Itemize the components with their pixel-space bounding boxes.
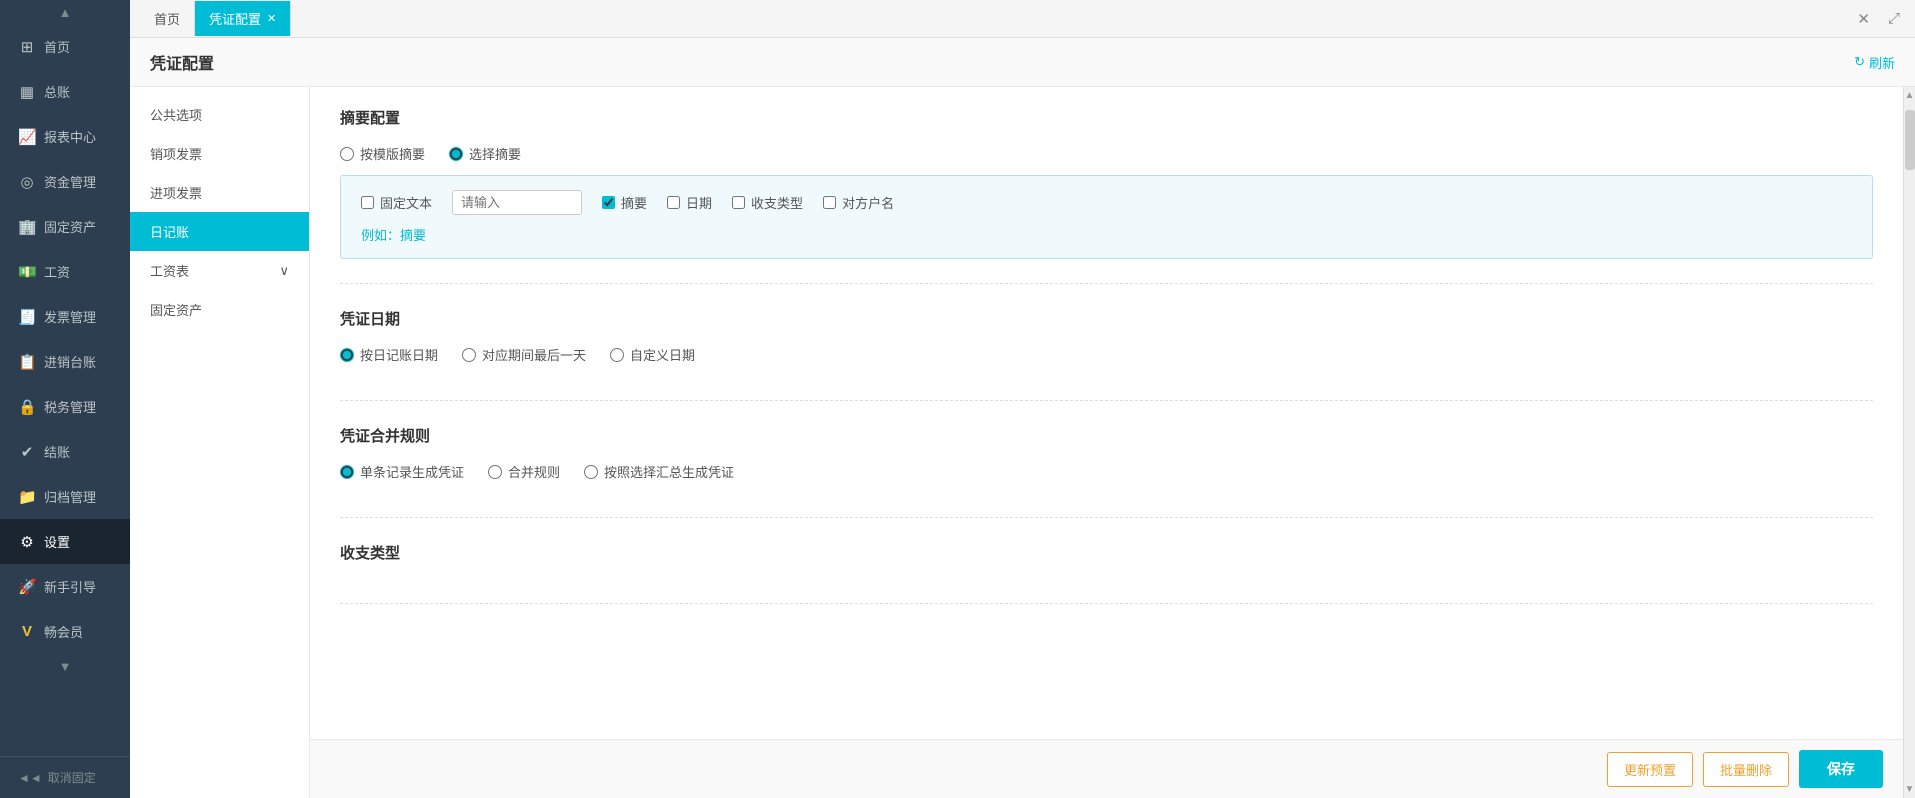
collection-title: 收支类型: [340, 542, 1873, 563]
sidebar-item-close[interactable]: ✔ 结账: [0, 429, 130, 474]
maximize-button[interactable]: ⤢: [1883, 8, 1905, 30]
sidebar-item-tax[interactable]: 🔒 税务管理: [0, 384, 130, 429]
fixed-text-input[interactable]: [452, 190, 582, 215]
page-header: 凭证配置 ↻ 刷新: [130, 38, 1915, 87]
nav-sales-invoice[interactable]: 销项发票: [130, 134, 309, 173]
radio-single-record[interactable]: 单条记录生成凭证: [340, 462, 464, 481]
settings-icon: ⚙: [18, 533, 36, 551]
sidebar-item-settings[interactable]: ⚙ 设置: [0, 519, 130, 564]
scroll-thumb[interactable]: [1905, 110, 1915, 170]
example-text: 例如：摘要: [361, 225, 1852, 244]
radio-last-day[interactable]: 对应期间最后一天: [462, 345, 586, 364]
collection-section: 收支类型: [340, 542, 1873, 604]
sidebar-item-assets[interactable]: 🏢 固定资产: [0, 204, 130, 249]
close-account-icon: ✔: [18, 443, 36, 461]
date-radio-group: 按日记账日期 对应期间最后一天 自定义日期: [340, 345, 1873, 364]
sidebar-item-archive[interactable]: 📁 归档管理: [0, 474, 130, 519]
nav-public[interactable]: 公共选项: [130, 95, 309, 134]
sidebar-item-home[interactable]: ⊞ 首页: [0, 24, 130, 69]
right-content: 摘要配置 按模版摘要 选择摘要: [310, 87, 1903, 739]
reports-icon: 📈: [18, 128, 36, 146]
date-section: 凭证日期 按日记账日期 对应期间最后一天 自定义日期: [340, 308, 1873, 401]
radio-select-summary[interactable]: 选择摘要: [449, 144, 521, 163]
summary-section: 摘要配置 按模版摘要 选择摘要: [340, 107, 1873, 284]
sidebar-item-purchase[interactable]: 📋 进销台账: [0, 339, 130, 384]
nav-purchase-invoice[interactable]: 进项发票: [130, 173, 309, 212]
sidebar-scroll-up[interactable]: ▲: [0, 0, 130, 24]
summary-checkboxes: 固定文本 摘要 日期: [361, 190, 1852, 215]
archive-icon: 📁: [18, 488, 36, 506]
funds-icon: ◎: [18, 173, 36, 191]
home-icon: ⊞: [18, 38, 36, 56]
radio-journal-date[interactable]: 按日记账日期: [340, 345, 438, 364]
content-area: 公共选项 销项发票 进项发票 日记账 工资表 ∨ 固定资产: [130, 87, 1915, 798]
sidebar-scroll-down[interactable]: ▼: [0, 654, 130, 678]
date-title: 凭证日期: [340, 308, 1873, 329]
summary-radio-group: 按模版摘要 选择摘要: [340, 144, 1873, 163]
sidebar-item-funds[interactable]: ◎ 资金管理: [0, 159, 130, 204]
sidebar-item-ledger[interactable]: ▦ 总账: [0, 69, 130, 114]
nav-fixed-assets[interactable]: 固定资产: [130, 290, 309, 329]
guide-icon: 🚀: [18, 578, 36, 596]
tabbar: 首页 凭证配置 ✕ ✕ ⤢: [130, 0, 1915, 38]
update-preset-button[interactable]: 更新预置: [1607, 752, 1693, 787]
sidebar-item-reports[interactable]: 📈 报表中心: [0, 114, 130, 159]
merge-radio-group: 单条记录生成凭证 合并规则 按照选择汇总生成凭证: [340, 462, 1873, 481]
assets-icon: 🏢: [18, 218, 36, 236]
refresh-button[interactable]: ↻ 刷新: [1854, 53, 1895, 72]
sidebar-item-guide[interactable]: 🚀 新手引导: [0, 564, 130, 609]
checkbox-counterpart-name[interactable]: 对方户名: [823, 193, 894, 212]
pin-icon: ◄◄: [18, 771, 42, 785]
save-button[interactable]: 保存: [1799, 750, 1883, 788]
radio-summary-generate[interactable]: 按照选择汇总生成凭证: [584, 462, 734, 481]
main-area: 首页 凭证配置 ✕ ✕ ⤢ 凭证配置 ↻ 刷新 公共选项 销项发票 进: [130, 0, 1915, 798]
refresh-icon: ↻: [1854, 54, 1865, 70]
sidebar-item-salary[interactable]: 💵 工资: [0, 249, 130, 294]
page-title: 凭证配置: [150, 50, 214, 74]
sidebar: ▲ ⊞ 首页 ▦ 总账 📈 报表中心 ◎ 资金管理 🏢 固定资产 💵 工资 🧾 …: [0, 0, 130, 798]
ledger-icon: ▦: [18, 83, 36, 101]
outer-scrollbar: ▲ ▼: [1903, 87, 1915, 798]
merge-title: 凭证合并规则: [340, 425, 1873, 446]
purchase-icon: 📋: [18, 353, 36, 371]
unfix-button[interactable]: ◄◄ 取消固定: [0, 756, 130, 798]
tab-close-icon[interactable]: ✕: [267, 12, 276, 25]
batch-delete-button[interactable]: 批量删除: [1703, 752, 1789, 787]
nav-journal[interactable]: 日记账: [130, 212, 309, 251]
checkbox-income-type[interactable]: 收支类型: [732, 193, 803, 212]
invoice-icon: 🧾: [18, 308, 36, 326]
bottom-bar: 更新预置 批量删除 保存: [310, 739, 1903, 798]
checkbox-fixed-text[interactable]: 固定文本: [361, 193, 432, 212]
checkbox-date[interactable]: 日期: [667, 193, 712, 212]
merge-section: 凭证合并规则 单条记录生成凭证 合并规则 按照选择汇总生成凭证: [340, 425, 1873, 518]
sidebar-item-invoice[interactable]: 🧾 发票管理: [0, 294, 130, 339]
chevron-down-icon: ∨: [279, 263, 289, 279]
salary-icon: 💵: [18, 263, 36, 281]
summary-options-group: 固定文本 摘要 日期: [340, 175, 1873, 259]
left-nav: 公共选项 销项发票 进项发票 日记账 工资表 ∨ 固定资产: [130, 87, 310, 798]
checkbox-summary[interactable]: 摘要: [602, 193, 647, 212]
tab-voucher-config[interactable]: 凭证配置 ✕: [195, 1, 291, 36]
sidebar-item-vip[interactable]: V 畅会员: [0, 609, 130, 654]
summary-title: 摘要配置: [340, 107, 1873, 128]
tabbar-actions: ✕ ⤢: [1852, 8, 1905, 30]
radio-merge-rule[interactable]: 合并规则: [488, 462, 560, 481]
vip-icon: V: [18, 623, 36, 640]
scroll-up-arrow[interactable]: ▲: [1902, 87, 1915, 104]
scroll-down-arrow[interactable]: ▼: [1902, 781, 1915, 798]
minimize-button[interactable]: ✕: [1852, 8, 1875, 30]
nav-salary-table[interactable]: 工资表 ∨: [130, 251, 309, 290]
radio-template-summary[interactable]: 按模版摘要: [340, 144, 425, 163]
tax-icon: 🔒: [18, 398, 36, 416]
tab-home[interactable]: 首页: [140, 1, 195, 36]
radio-custom-date[interactable]: 自定义日期: [610, 345, 695, 364]
